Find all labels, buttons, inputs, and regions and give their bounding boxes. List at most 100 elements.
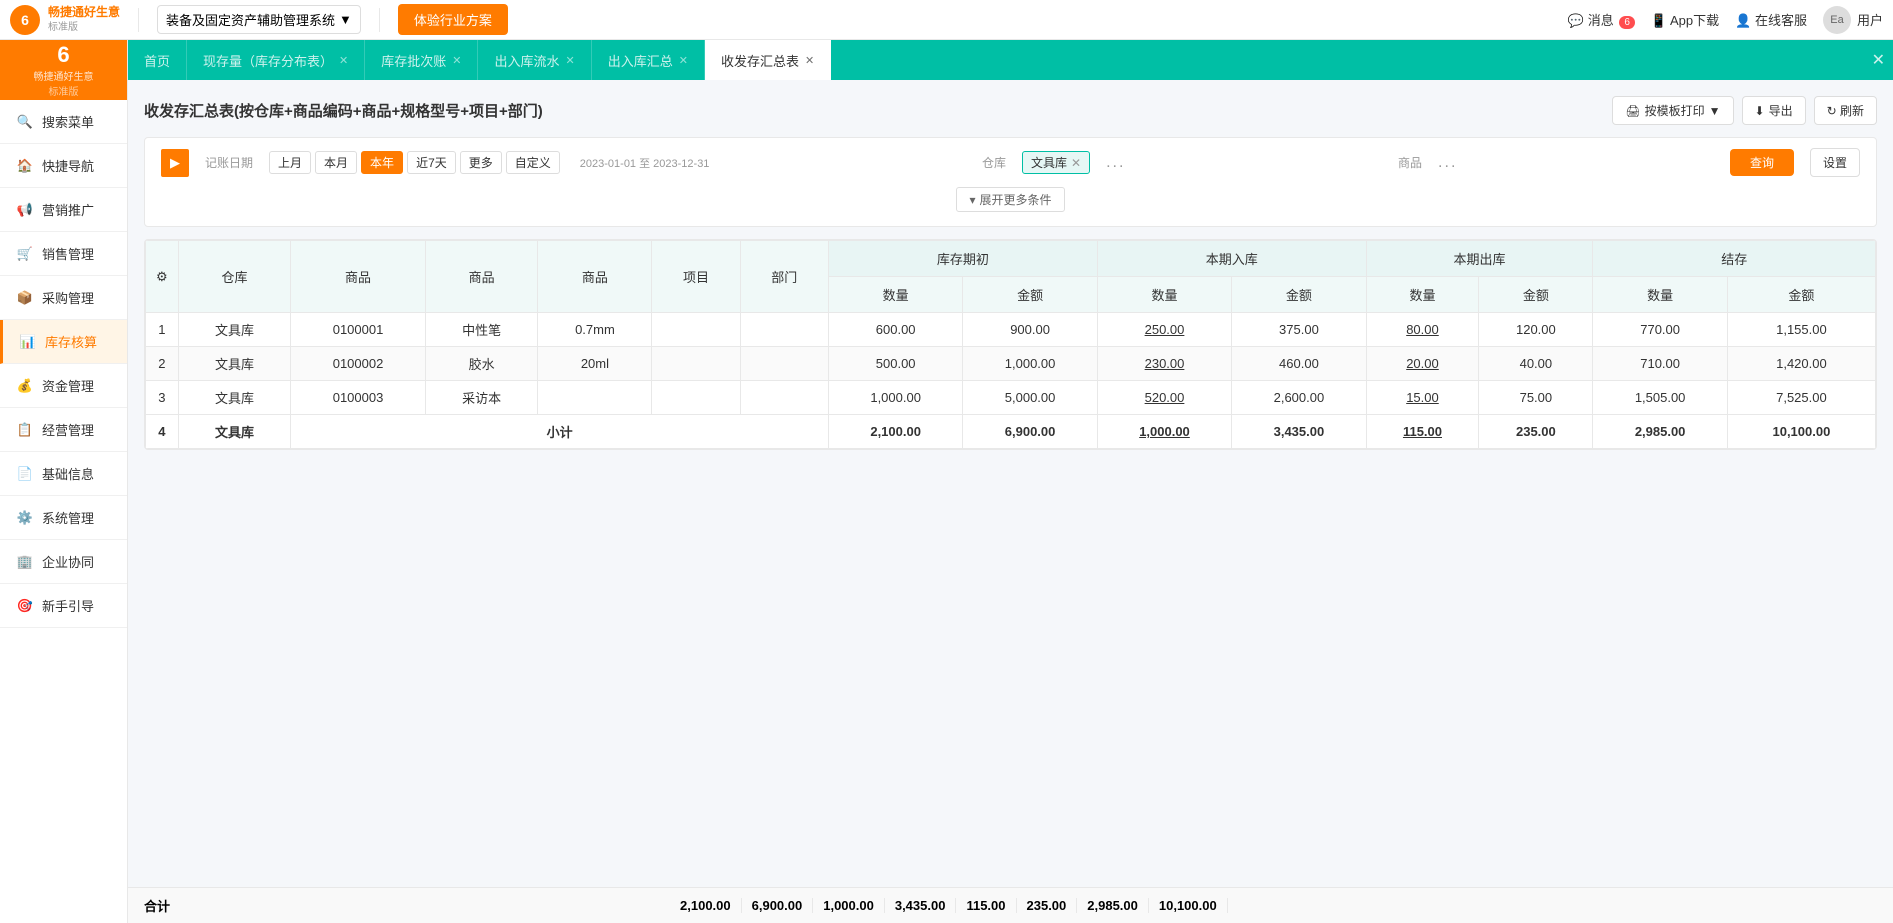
cell-name: 胶水 <box>425 347 538 381</box>
th-group-bal: 结存 <box>1593 241 1876 277</box>
th-open-amt: 金额 <box>963 277 1097 313</box>
sidebar-item-system[interactable]: ⚙️系统管理 <box>0 496 127 540</box>
cell-bal-amt: 7,525.00 <box>1727 381 1875 415</box>
st-open-qty: 2,100.00 <box>828 415 962 449</box>
cell-in-qty[interactable]: 520.00 <box>1097 381 1231 415</box>
sidebar-item-purchase[interactable]: 📦 采购管理 <box>0 276 127 320</box>
date-btn-7days[interactable]: 近7天 <box>407 151 456 174</box>
sidebar-item-inventory[interactable]: 📊库存核算 <box>0 320 127 364</box>
th-open-qty: 数量 <box>828 277 962 313</box>
th-code: 商品 <box>291 241 425 313</box>
date-btn-last-month[interactable]: 上月 <box>269 151 311 174</box>
date-range-display: 2023-01-01 至 2023-12-31 <box>580 155 710 171</box>
cell-dept <box>740 313 828 347</box>
sidebar-item-finance[interactable]: 💰资金管理 <box>0 364 127 408</box>
tab-recv-send[interactable]: 收发存汇总表 ✕ <box>705 40 831 80</box>
filter-toggle[interactable]: ▶ <box>161 149 189 177</box>
th-settings[interactable]: ⚙ <box>146 241 179 313</box>
sidebar-label-sales: 销售管理 <box>42 244 94 263</box>
bottom-total-bar: 合计 2,100.00 6,900.00 1,000.00 3,435.00 1… <box>128 887 1893 923</box>
tab-close-inventory-dist[interactable]: ✕ <box>339 54 348 67</box>
app-title: 畅捷通好生意 <box>48 5 120 21</box>
sidebar-logo-num: 6 <box>57 42 69 68</box>
tab-close-summary[interactable]: ✕ <box>679 54 688 67</box>
warehouse-filter-more[interactable]: ... <box>1106 154 1125 172</box>
cell-in-qty[interactable]: 230.00 <box>1097 347 1231 381</box>
sidebar-label-operation: 经营管理 <box>42 420 94 439</box>
cell-out-qty[interactable]: 80.00 <box>1366 313 1479 347</box>
sidebar-label-quick: 快捷导航 <box>42 156 94 175</box>
sidebar-label-search: 搜索菜单 <box>42 112 94 131</box>
st-in-amt: 3,435.00 <box>1232 415 1366 449</box>
sidebar-item-marketing[interactable]: 📢营销推广 <box>0 188 127 232</box>
sidebar-label-marketing: 营销推广 <box>42 200 94 219</box>
cell-out-qty[interactable]: 15.00 <box>1366 381 1479 415</box>
app-subtitle: 标准版 <box>48 21 120 34</box>
sidebar-logo-sub: 标准版 <box>49 83 79 98</box>
warehouse-tag-remove[interactable]: ✕ <box>1071 156 1081 170</box>
cell-out-amt: 120.00 <box>1479 313 1593 347</box>
cell-in-qty[interactable]: 250.00 <box>1097 313 1231 347</box>
query-btn[interactable]: 查询 <box>1730 149 1794 176</box>
sidebar-item-quick[interactable]: 🏠快捷导航 <box>0 144 127 188</box>
cell-open-amt: 900.00 <box>963 313 1097 347</box>
sidebar-label-purchase: 采购管理 <box>42 288 94 307</box>
settings-btn[interactable]: 设置 <box>1810 148 1860 177</box>
st-in-qty[interactable]: 1,000.00 <box>1097 415 1231 449</box>
date-btn-custom[interactable]: 自定义 <box>506 151 560 174</box>
trial-button[interactable]: 体验行业方案 <box>398 4 508 35</box>
system-selector[interactable]: 装备及固定资产辅助管理系统 ▼ <box>157 5 361 34</box>
cell-warehouse: 文具库 <box>178 347 291 381</box>
sidebar-item-enterprise[interactable]: 🏢企业协同 <box>0 540 127 584</box>
st-out-qty[interactable]: 115.00 <box>1366 415 1479 449</box>
cell-code: 0100001 <box>291 313 425 347</box>
sidebar-item-newbie[interactable]: 🎯新手引导 <box>0 584 127 628</box>
expand-conditions-btn[interactable]: ▾ 展开更多条件 <box>956 187 1064 212</box>
warehouse-filter-tag[interactable]: 文具库 ✕ <box>1022 151 1090 174</box>
cell-spec: 0.7mm <box>538 313 652 347</box>
tab-close-batch[interactable]: ✕ <box>452 54 461 67</box>
refresh-btn[interactable]: ↻ 刷新 <box>1814 96 1877 125</box>
tab-home[interactable]: 首页 <box>128 40 187 80</box>
date-btn-more[interactable]: 更多 <box>460 151 502 174</box>
cell-open-qty: 600.00 <box>828 313 962 347</box>
cell-no: 1 <box>146 313 179 347</box>
app-download-btn[interactable]: 📱 App下载 <box>1651 10 1719 29</box>
sidebar-label-system: 系统管理 <box>42 508 94 527</box>
sidebar-item-basic[interactable]: 📄基础信息 <box>0 452 127 496</box>
user-menu[interactable]: Ea 用户 <box>1823 6 1883 34</box>
sidebar-icon-purchase: 📦 <box>16 289 34 307</box>
tab-close-recv[interactable]: ✕ <box>805 54 814 67</box>
th-in-qty: 数量 <box>1097 277 1231 313</box>
date-btn-this-year[interactable]: 本年 <box>361 151 403 174</box>
th-group-open: 库存期初 <box>828 241 1097 277</box>
total-in-amt: 3,435.00 <box>885 898 957 913</box>
goods-filter-more[interactable]: ... <box>1438 154 1457 172</box>
sidebar-label-enterprise: 企业协同 <box>42 552 94 571</box>
sidebar-item-search[interactable]: 🔍搜索菜单 <box>0 100 127 144</box>
cell-spec <box>538 381 652 415</box>
tab-batch[interactable]: 库存批次账 ✕ <box>365 40 478 80</box>
print-btn[interactable]: 🖨 按模板打印 ▼ <box>1612 96 1733 125</box>
cell-name: 中性笔 <box>425 313 538 347</box>
cell-spec: 20ml <box>538 347 652 381</box>
sidebar-item-operation[interactable]: 📋经营管理 <box>0 408 127 452</box>
export-btn[interactable]: ⬇ 导出 <box>1742 96 1806 125</box>
message-btn[interactable]: 💬 消息 6 <box>1568 10 1635 29</box>
tab-flow[interactable]: 出入库流水 ✕ <box>478 40 591 80</box>
sidebar-item-sales[interactable]: 🛒 销售管理 <box>0 232 127 276</box>
th-out-qty: 数量 <box>1366 277 1479 313</box>
sidebar-icon-sales: 🛒 <box>16 245 34 263</box>
cell-out-qty[interactable]: 20.00 <box>1366 347 1479 381</box>
online-service-btn[interactable]: 👤 在线客服 <box>1735 10 1807 29</box>
tab-close-flow[interactable]: ✕ <box>566 54 575 67</box>
tab-summary[interactable]: 出入库汇总 ✕ <box>592 40 705 80</box>
date-filter-buttons: 上月 本月 本年 近7天 更多 自定义 <box>269 151 560 174</box>
date-btn-this-month[interactable]: 本月 <box>315 151 357 174</box>
st-bal-amt: 10,100.00 <box>1727 415 1875 449</box>
st-open-amt: 6,900.00 <box>963 415 1097 449</box>
th-group-out: 本期出库 <box>1366 241 1593 277</box>
tab-inventory-dist[interactable]: 现存量（库存分布表） ✕ <box>187 40 365 80</box>
tab-close-all-btn[interactable]: ✕ <box>1872 50 1885 70</box>
cell-warehouse: 文具库 <box>178 313 291 347</box>
